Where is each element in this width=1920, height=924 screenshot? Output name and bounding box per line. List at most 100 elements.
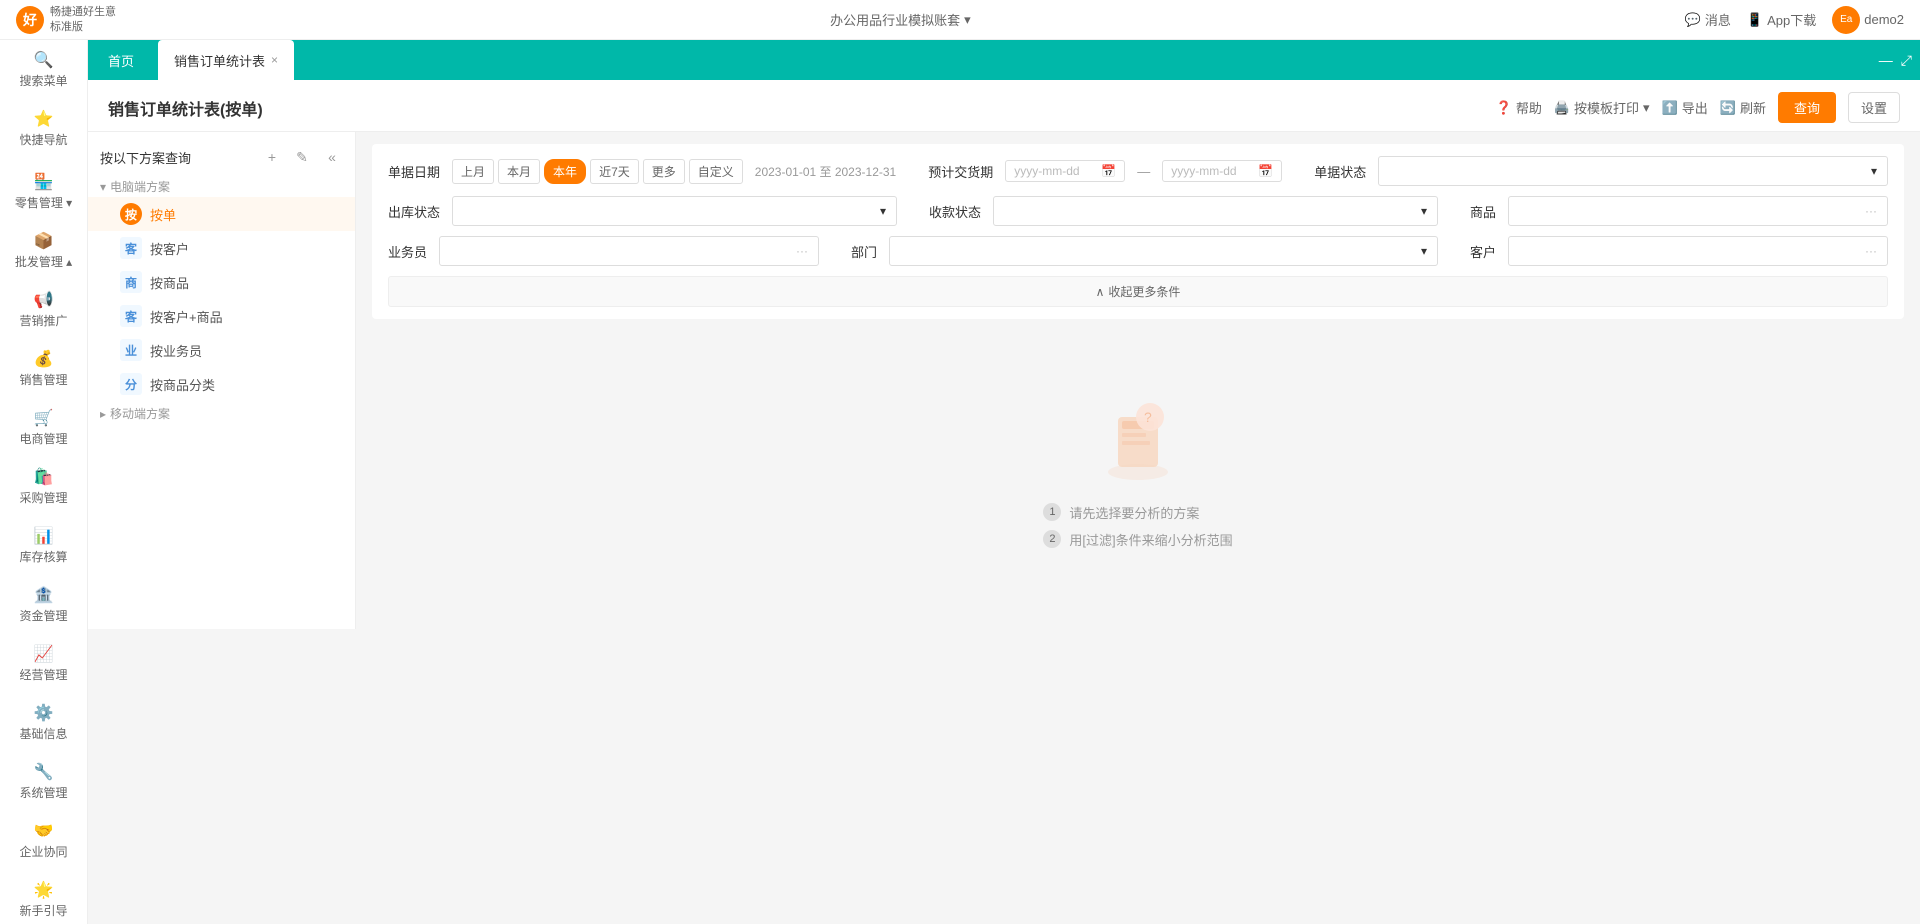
sidebar-item-basic[interactable]: ⚙️ 基础信息 — [0, 693, 87, 752]
filter-section: 单据日期 上月 本月 本年 近7天 更多 自定义 2023-01-01 至 20… — [372, 144, 1904, 319]
customer-more-icon[interactable]: ··· — [1865, 244, 1877, 258]
avatar: Ea — [1832, 6, 1860, 34]
sidebar-item-enterprise[interactable]: 🤝 企业协同 — [0, 811, 87, 870]
refresh-button[interactable]: 🔄 刷新 — [1720, 98, 1766, 117]
bill-status-select[interactable]: ▾ — [1378, 156, 1888, 186]
tab-bar: 首页 销售订单统计表 × — ⤢ — [88, 40, 1920, 80]
date-btn-7days[interactable]: 近7天 — [590, 159, 639, 184]
expected-delivery-label: 预计交货期 — [928, 162, 993, 181]
date-btn-last-month[interactable]: 上月 — [452, 159, 494, 184]
user-menu[interactable]: Ea demo2 — [1832, 6, 1904, 34]
tree-item-by-goods[interactable]: 商 按商品 — [88, 265, 355, 299]
tree-item-by-category[interactable]: 分 按商品分类 — [88, 367, 355, 401]
date-btn-this-year[interactable]: 本年 — [544, 159, 586, 184]
svg-text:?: ? — [1144, 409, 1152, 425]
sidebar-item-operations[interactable]: 📈 经营管理 — [0, 634, 87, 693]
department-select[interactable]: ▾ — [889, 236, 1438, 266]
chevron-up-icon: ∧ — [1096, 285, 1105, 299]
tree-section-mobile[interactable]: ▸ 移动端方案 — [88, 401, 355, 424]
print-template-button[interactable]: 🖨️ 按模板打印 ▾ — [1554, 98, 1650, 117]
out-status-select[interactable]: ▾ — [452, 196, 897, 226]
empty-hints: 1 请先选择要分析的方案 2 用[过滤]条件来缩小分析范围 — [1043, 503, 1232, 557]
empty-hint-1: 1 请先选择要分析的方案 — [1043, 503, 1232, 522]
logo-area: 好 畅捷通好生意 标准版 — [16, 5, 116, 34]
sidebar-item-retail[interactable]: 🏪 零售管理 ▾ — [0, 162, 87, 221]
tab-sales-order[interactable]: 销售订单统计表 × — [158, 40, 294, 80]
sidebar-item-search[interactable]: 🔍 搜索菜单 — [0, 40, 87, 99]
date-separator: — — [1137, 164, 1150, 179]
collapse-filter-button[interactable]: ∧ 收起更多条件 — [388, 276, 1888, 307]
payment-status-label: 收款状态 — [929, 202, 981, 221]
help-icon: ❓ — [1496, 100, 1512, 116]
tab-close-button[interactable]: × — [271, 53, 278, 67]
chevron-down-icon: ▾ — [1643, 100, 1650, 116]
expected-delivery-end[interactable]: yyyy-mm-dd 📅 — [1162, 160, 1282, 182]
company-dropdown[interactable]: 办公用品行业模拟账套 ▾ — [830, 10, 971, 29]
date-btn-custom[interactable]: 自定义 — [689, 159, 743, 184]
chevron-down-icon: ▾ — [1421, 204, 1427, 218]
add-scheme-button[interactable]: + — [261, 146, 283, 168]
tree-item-icon-customer: 客 — [120, 237, 142, 259]
sidebar-item-wholesale[interactable]: 📦 批发管理 ▴ — [0, 221, 87, 280]
tree-item-by-customer[interactable]: 客 按客户 — [88, 231, 355, 265]
sidebar-item-guide[interactable]: 🌟 新手引导 — [0, 870, 87, 924]
chevron-down-icon: ▾ — [880, 204, 886, 218]
sidebar-item-finance[interactable]: 🏦 资金管理 — [0, 575, 87, 634]
salesperson-more-icon[interactable]: ··· — [796, 244, 808, 258]
expected-delivery-start[interactable]: yyyy-mm-dd 📅 — [1005, 160, 1125, 182]
tree-item-by-order[interactable]: 按 按单 — [88, 197, 355, 231]
salesperson-field[interactable]: ··· — [439, 236, 819, 266]
main-layout: 🔍 搜索菜单 ⭐ 快捷导航 🏪 零售管理 ▾ 📦 批发管理 ▴ 📢 营销推广 💰… — [0, 40, 1920, 924]
logo-text: 畅捷通好生意 标准版 — [50, 5, 116, 34]
tab-maximize-icon[interactable]: ⤢ — [1901, 52, 1912, 69]
bill-status-label: 单据状态 — [1314, 162, 1366, 181]
customer-field[interactable]: ··· — [1508, 236, 1888, 266]
tree-section-pc[interactable]: ▾ 电脑端方案 — [88, 174, 355, 197]
app-download-button[interactable]: 📱 App下载 — [1747, 10, 1816, 29]
date-btn-more[interactable]: 更多 — [643, 159, 685, 184]
date-btn-this-month[interactable]: 本月 — [498, 159, 540, 184]
sidebar-item-marketing[interactable]: 📢 营销推广 — [0, 280, 87, 339]
tab-minimize-icon[interactable]: — — [1879, 52, 1893, 68]
sidebar-item-purchase[interactable]: 🛍️ 采购管理 — [0, 457, 87, 516]
empty-hint-2: 2 用[过滤]条件来缩小分析范围 — [1043, 530, 1232, 549]
empty-state: ? 1 请先选择要分析的方案 2 用[过滤]条件来缩小分析范围 — [372, 327, 1904, 617]
sidebar-item-sales[interactable]: 💰 销售管理 — [0, 339, 87, 398]
tree-item-by-salesperson[interactable]: 业 按业务员 — [88, 333, 355, 367]
goods-field[interactable]: ··· — [1508, 196, 1888, 226]
payment-status-select[interactable]: ▾ — [993, 196, 1438, 226]
customer-label: 客户 — [1470, 242, 1496, 261]
export-button[interactable]: ⬆️ 导出 — [1662, 98, 1708, 117]
sidebar-item-ecommerce[interactable]: 🛒 电商管理 — [0, 398, 87, 457]
message-icon: 💬 — [1685, 12, 1701, 28]
goods-more-icon[interactable]: ··· — [1865, 204, 1877, 218]
chevron-down-icon: ▾ — [100, 180, 106, 194]
tree-item-by-customer-goods[interactable]: 客 按客户+商品 — [88, 299, 355, 333]
tab-home[interactable]: 首页 — [88, 40, 154, 80]
chevron-down-icon: ▾ — [964, 12, 971, 28]
sidebar-item-inventory[interactable]: 📊 库存核算 — [0, 516, 87, 575]
query-button[interactable]: 查询 — [1778, 92, 1836, 123]
tree-item-icon-category: 分 — [120, 373, 142, 395]
left-panel-header: 按以下方案查询 + ✎ « — [88, 140, 355, 174]
export-icon: ⬆️ — [1662, 100, 1678, 116]
edit-scheme-button[interactable]: ✎ — [291, 146, 313, 168]
left-panel-icons: + ✎ « — [261, 146, 343, 168]
retail-icon: 🏪 — [4, 172, 83, 192]
tree-item-icon-order: 按 — [120, 203, 142, 225]
collapse-panel-button[interactable]: « — [321, 146, 343, 168]
purchase-icon: 🛍️ — [4, 467, 83, 487]
sidebar-item-system[interactable]: 🔧 系统管理 — [0, 752, 87, 811]
main-split: 按以下方案查询 + ✎ « ▾ 电脑端方案 按 按单 — [88, 132, 1920, 629]
settings-button[interactable]: 设置 — [1848, 92, 1900, 123]
content-area: 首页 销售订单统计表 × — ⤢ 销售订单统计表(按单) ❓ 帮助 — [88, 40, 1920, 924]
right-panel: 单据日期 上月 本月 本年 近7天 更多 自定义 2023-01-01 至 20… — [356, 132, 1920, 629]
message-button[interactable]: 💬 消息 — [1685, 10, 1731, 29]
sidebar-item-shortcut[interactable]: ⭐ 快捷导航 — [0, 99, 87, 158]
empty-illustration: ? — [1088, 387, 1188, 487]
help-button[interactable]: ❓ 帮助 — [1496, 98, 1542, 117]
guide-icon: 🌟 — [4, 880, 83, 900]
marketing-icon: 📢 — [4, 290, 83, 310]
tree-item-icon-goods: 商 — [120, 271, 142, 293]
top-bar: 好 畅捷通好生意 标准版 办公用品行业模拟账套 ▾ 💬 消息 📱 App下载 E… — [0, 0, 1920, 40]
